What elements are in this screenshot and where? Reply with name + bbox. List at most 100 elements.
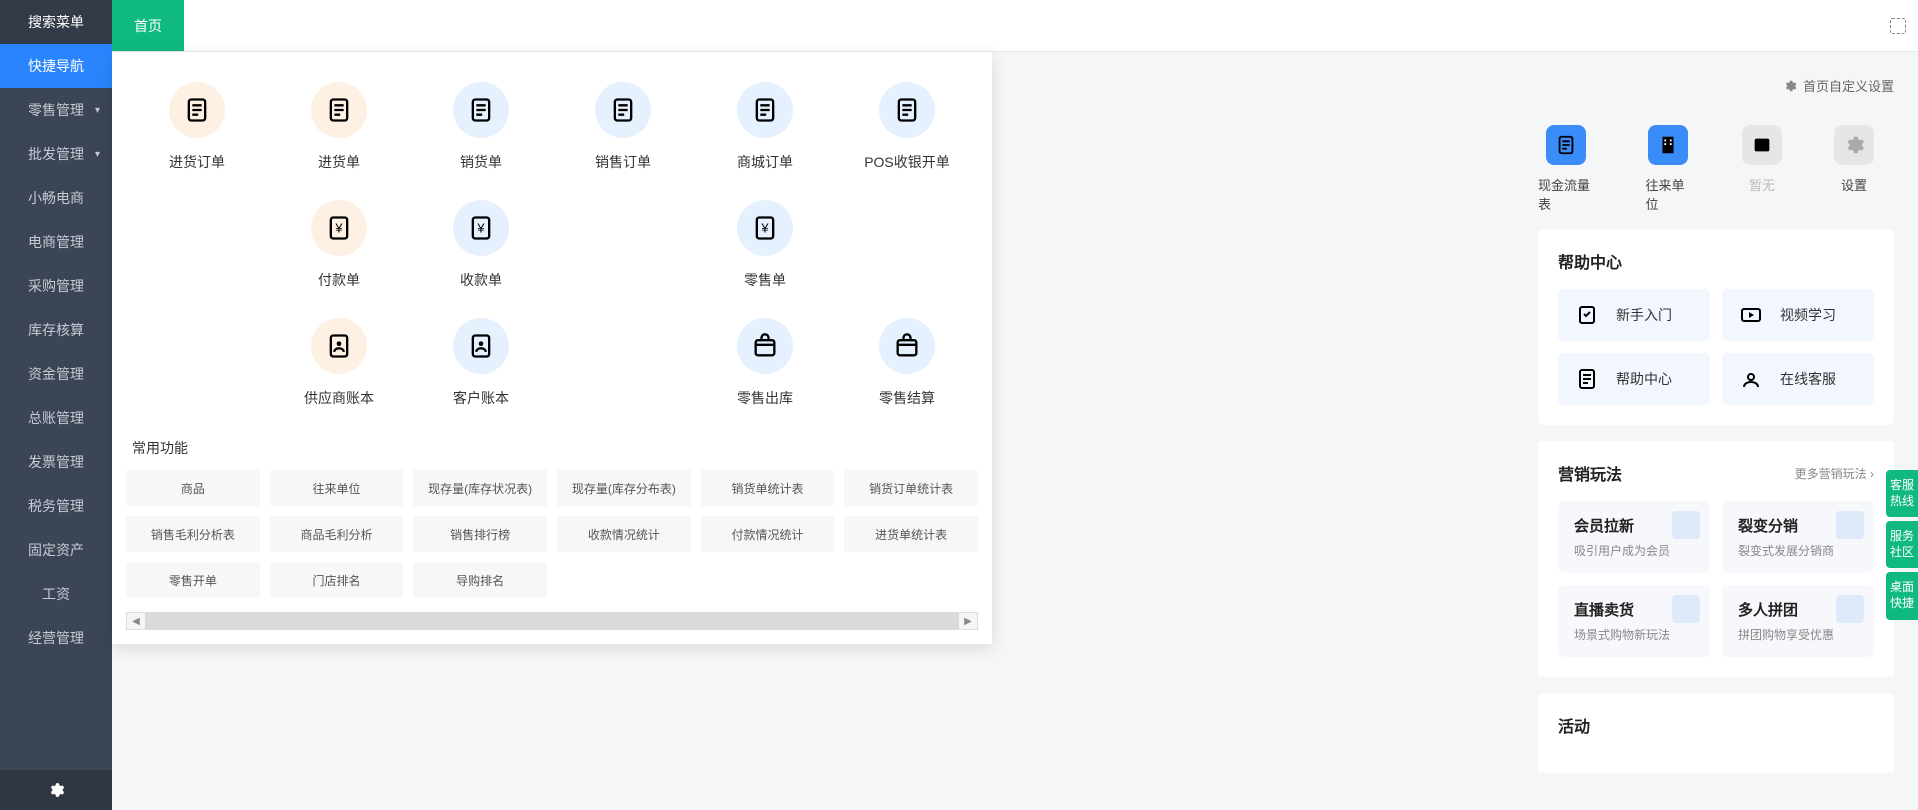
expand-icon xyxy=(1890,18,1906,34)
flow-node-10[interactable]: 客户账本 xyxy=(410,318,552,408)
sidebar-search[interactable]: 搜索菜单 xyxy=(0,0,112,44)
sidebar-item-13[interactable]: 经营管理 xyxy=(0,616,112,660)
common-func-8[interactable]: 销售排行榜 xyxy=(413,516,547,552)
scroll-track[interactable] xyxy=(145,613,959,629)
float-help-0[interactable]: 客服热线 xyxy=(1886,470,1918,517)
doc-icon xyxy=(1546,125,1586,165)
flow-node-0[interactable]: 进货订单 xyxy=(126,82,268,172)
sidebar-item-5[interactable]: 采购管理 xyxy=(0,264,112,308)
sidebar-item-label: 库存核算 xyxy=(28,320,84,340)
flow-node-9[interactable]: 供应商账本 xyxy=(268,318,410,408)
flow-node-2[interactable]: 销货单 xyxy=(410,82,552,172)
sidebar-item-label: 电商管理 xyxy=(28,232,84,252)
doc-in-icon xyxy=(169,82,225,138)
sidebar-item-6[interactable]: 库存核算 xyxy=(0,308,112,352)
sidebar-item-0[interactable]: 快捷导航 xyxy=(0,44,112,88)
quick-shortcut-3[interactable]: 设置 xyxy=(1834,125,1874,213)
common-func-2[interactable]: 现存量(库存状况表) xyxy=(413,470,547,506)
common-func-1[interactable]: 往来单位 xyxy=(270,470,404,506)
common-func-0[interactable]: 商品 xyxy=(126,470,260,506)
sidebar-item-3[interactable]: 小畅电商 xyxy=(0,176,112,220)
flow-node-5[interactable]: POS收银开单 xyxy=(836,82,978,172)
marketing-item-desc: 场景式购物新玩法 xyxy=(1574,626,1694,643)
home-customize-link[interactable]: 首页自定义设置 xyxy=(1538,76,1894,95)
help-item-label: 在线客服 xyxy=(1780,369,1836,389)
gear-icon xyxy=(47,781,65,799)
marketing-item-1[interactable]: 裂变分销裂变式发展分销商 xyxy=(1722,501,1874,573)
doc-icon xyxy=(1574,366,1600,392)
list-icon xyxy=(453,82,509,138)
help-item-2[interactable]: 帮助中心 xyxy=(1558,353,1710,405)
common-func-9[interactable]: 收款情况统计 xyxy=(557,516,691,552)
sidebar-item-label: 资金管理 xyxy=(28,364,84,384)
sidebar-item-label: 快捷导航 xyxy=(28,56,84,76)
activity-title: 活动 xyxy=(1558,713,1590,737)
flow-node-8[interactable]: 零售单 xyxy=(694,200,836,290)
quick-shortcut-label: 暂无 xyxy=(1749,175,1775,194)
customer-icon xyxy=(453,318,509,374)
flow-node-3[interactable]: 销售订单 xyxy=(552,82,694,172)
marketing-item-2[interactable]: 直播卖货场景式购物新玩法 xyxy=(1558,585,1710,657)
help-center-card: 帮助中心 新手入门视频学习帮助中心在线客服 xyxy=(1538,229,1894,425)
marketing-item-desc: 裂变式发展分销商 xyxy=(1738,542,1858,559)
support-icon xyxy=(1738,366,1764,392)
sidebar-settings-button[interactable] xyxy=(0,770,112,810)
common-func-7[interactable]: 商品毛利分析 xyxy=(270,516,404,552)
gear-icon xyxy=(1783,79,1797,93)
common-func-14[interactable]: 导购排名 xyxy=(413,562,547,598)
help-item-1[interactable]: 视频学习 xyxy=(1722,289,1874,341)
vendor-icon xyxy=(311,318,367,374)
tab-home[interactable]: 首页 xyxy=(112,0,184,51)
sidebar-item-2[interactable]: 批发管理 ▾ xyxy=(0,132,112,176)
box-out-icon xyxy=(737,318,793,374)
tab-bar: 首页 xyxy=(112,0,1918,52)
float-help-1[interactable]: 服务社区 xyxy=(1886,521,1918,568)
sidebar-item-label: 采购管理 xyxy=(28,276,84,296)
marketing-card: 营销玩法 更多营销玩法 › 会员拉新吸引用户成为会员裂变分销裂变式发展分销商直播… xyxy=(1538,441,1894,677)
flow-node-11[interactable]: 零售出库 xyxy=(694,318,836,408)
quick-shortcut-label: 现金流量表 xyxy=(1538,175,1594,213)
common-func-10[interactable]: 付款情况统计 xyxy=(701,516,835,552)
float-help-2[interactable]: 桌面快捷 xyxy=(1886,572,1918,619)
sidebar-item-1[interactable]: 零售管理▾ xyxy=(0,88,112,132)
sidebar-item-label: 批发管理 xyxy=(28,144,84,164)
fullscreen-button[interactable] xyxy=(1878,0,1918,51)
quick-shortcut-0[interactable]: 现金流量表 xyxy=(1538,125,1594,213)
flow-node-6[interactable]: 付款单 xyxy=(268,200,410,290)
quick-shortcut-1[interactable]: 往来单位 xyxy=(1646,125,1690,213)
sidebar-item-11[interactable]: 固定资产 xyxy=(0,528,112,572)
flow-node-label: 销货单 xyxy=(460,152,502,172)
scroll-right-arrow[interactable]: ▶ xyxy=(959,613,977,629)
common-func-5[interactable]: 销货订单统计表 xyxy=(844,470,978,506)
common-func-13[interactable]: 门店排名 xyxy=(270,562,404,598)
marketing-item-0[interactable]: 会员拉新吸引用户成为会员 xyxy=(1558,501,1710,573)
flow-node-1[interactable]: 进货单 xyxy=(268,82,410,172)
chevron-down-icon: ▾ xyxy=(95,149,100,160)
sidebar-item-9[interactable]: 发票管理 xyxy=(0,440,112,484)
common-functions-title: 常用功能 xyxy=(126,438,978,458)
sidebar-item-10[interactable]: 税务管理 xyxy=(0,484,112,528)
scroll-left-arrow[interactable]: ◀ xyxy=(127,613,145,629)
common-func-3[interactable]: 现存量(库存分布表) xyxy=(557,470,691,506)
sidebar-item-12[interactable]: 工资 xyxy=(0,572,112,616)
help-item-0[interactable]: 新手入门 xyxy=(1558,289,1710,341)
sidebar-item-7[interactable]: 资金管理 xyxy=(0,352,112,396)
flow-node-12[interactable]: 零售结算 xyxy=(836,318,978,408)
marketing-item-deco-icon xyxy=(1836,595,1864,623)
common-func-11[interactable]: 进货单统计表 xyxy=(844,516,978,552)
gear-icon xyxy=(1834,125,1874,165)
flow-node-7[interactable]: 收款单 xyxy=(410,200,552,290)
sidebar-item-label: 固定资产 xyxy=(28,540,84,560)
horizontal-scrollbar[interactable]: ◀ ▶ xyxy=(126,612,978,630)
flow-node-label: 商城订单 xyxy=(737,152,793,172)
help-item-3[interactable]: 在线客服 xyxy=(1722,353,1874,405)
flow-node-4[interactable]: 商城订单 xyxy=(694,82,836,172)
common-func-4[interactable]: 销货单统计表 xyxy=(701,470,835,506)
marketing-more-link[interactable]: 更多营销玩法 › xyxy=(1795,465,1874,482)
sidebar-item-8[interactable]: 总账管理 xyxy=(0,396,112,440)
marketing-item-3[interactable]: 多人拼团拼团购物享受优惠 xyxy=(1722,585,1874,657)
flow-node-label: 进货订单 xyxy=(169,152,225,172)
common-func-12[interactable]: 零售开单 xyxy=(126,562,260,598)
common-func-6[interactable]: 销售毛利分析表 xyxy=(126,516,260,552)
sidebar-item-4[interactable]: 电商管理 xyxy=(0,220,112,264)
